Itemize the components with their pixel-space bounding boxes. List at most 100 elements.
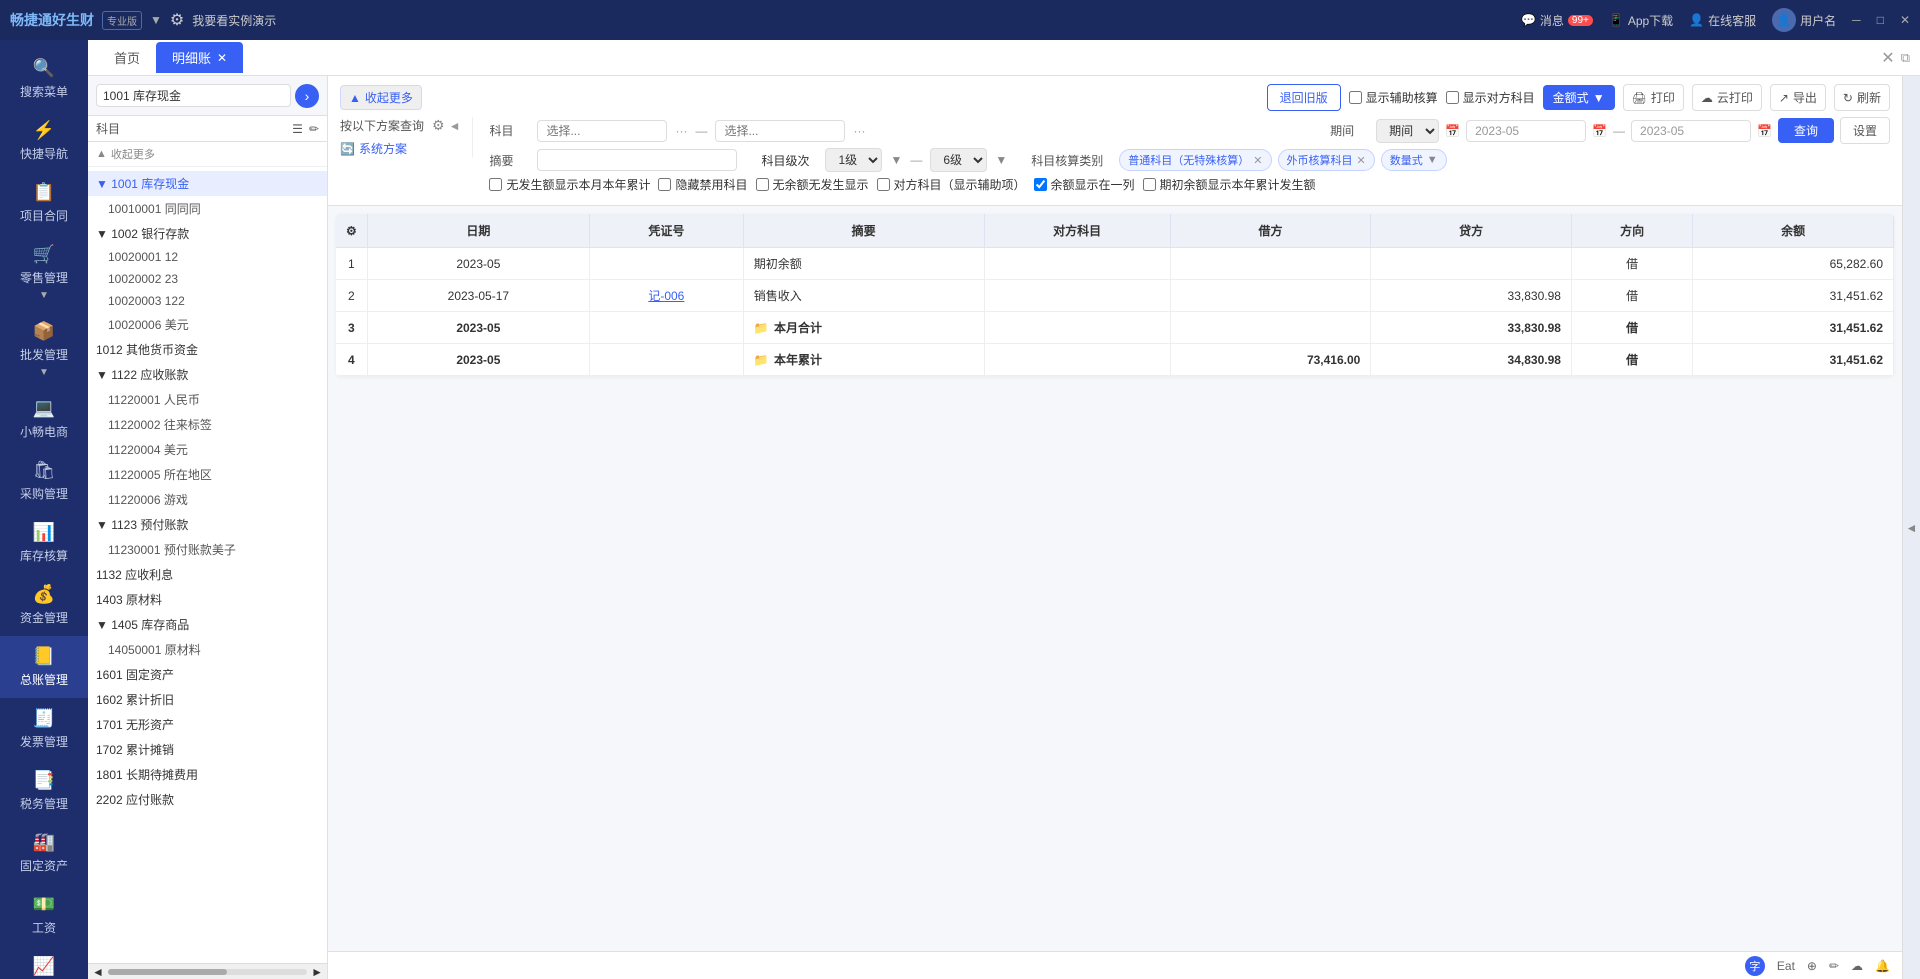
tree-item-11220005[interactable]: 11220005 所在地区	[88, 462, 327, 487]
subject-input-end[interactable]	[715, 120, 845, 142]
tree-item-1123[interactable]: ▼ 1123 预付账款	[88, 512, 327, 537]
tree-item-11220002[interactable]: 11220002 往来标签	[88, 412, 327, 437]
sidebar-item-retail[interactable]: 🛒 零售管理 ▼	[0, 234, 88, 311]
sidebar-item-wholesale[interactable]: 📦 批发管理 ▼	[0, 311, 88, 388]
collapse-side-btn[interactable]: ◄	[1902, 76, 1920, 979]
cb-opposite-show-input[interactable]	[877, 178, 890, 191]
statusbar-item-plus[interactable]: ⊕	[1807, 959, 1817, 973]
sidebar-item-general[interactable]: 📒 总账管理	[0, 636, 88, 698]
cb-hide-disabled-input[interactable]	[658, 178, 671, 191]
tree-item-11220001[interactable]: 11220001 人民币	[88, 387, 327, 412]
cb-balance-one-col-input[interactable]	[1034, 178, 1047, 191]
voucher-link[interactable]: 记-006	[648, 289, 684, 303]
query-btn[interactable]: 查询	[1778, 118, 1834, 143]
statusbar-item-bell[interactable]: 🔔	[1875, 959, 1890, 973]
tree-item-11220004[interactable]: 11220004 美元	[88, 437, 327, 462]
tree-item-1405[interactable]: ▼ 1405 库存商品	[88, 612, 327, 637]
expand-btn[interactable]: ▲ 收起更多	[340, 85, 422, 110]
account-nav-btn[interactable]: ›	[295, 84, 319, 108]
cb-period-balance[interactable]: 期初余额显示本年累计发生额	[1143, 176, 1316, 193]
sidebar-item-capital[interactable]: 💰 资金管理	[0, 574, 88, 636]
sidebar-item-tax[interactable]: 📑 税务管理	[0, 760, 88, 822]
tree-item-1602[interactable]: 1602 累计折旧	[88, 687, 327, 712]
tab-home[interactable]: 首页	[98, 42, 156, 73]
tree-item-1002[interactable]: ▼ 1002 银行存款	[88, 221, 327, 246]
cb-no-balance-show[interactable]: 无余额无发生显示	[756, 176, 869, 193]
statusbar-item-cloud[interactable]: ☁	[1851, 959, 1863, 973]
show-aux-input[interactable]	[1349, 91, 1362, 104]
tree-item-2202[interactable]: 2202 应付账款	[88, 787, 327, 812]
tree-item-11230001[interactable]: 11230001 预付账款美子	[88, 537, 327, 562]
tree-item-1122[interactable]: ▼ 1122 应收账款	[88, 362, 327, 387]
subject-input-start[interactable]	[537, 120, 667, 142]
tree-item-1132[interactable]: 1132 应收利息	[88, 562, 327, 587]
tree-item-10020003[interactable]: 10020003 122	[88, 290, 327, 312]
statusbar-item-lang[interactable]: 字	[1745, 956, 1765, 976]
sidebar-item-quick-nav[interactable]: ⚡ 快捷导航	[0, 110, 88, 172]
back-btn[interactable]: 退回旧版	[1267, 84, 1341, 111]
tab-ledger[interactable]: 明细账 ✕	[156, 42, 243, 73]
window-dropdown[interactable]: ▼	[150, 13, 162, 27]
tree-item-1001[interactable]: ▼ 1001 库存现金	[88, 171, 327, 196]
statusbar-item-eat[interactable]: Eat	[1777, 959, 1795, 973]
period-start-input[interactable]	[1466, 120, 1586, 142]
period-end-input[interactable]	[1631, 120, 1751, 142]
scroll-right[interactable]: ►	[311, 965, 323, 979]
scroll-left[interactable]: ◄	[92, 965, 104, 979]
win-restore-icon[interactable]: ⧉	[1901, 50, 1910, 66]
cb-no-balance-show-input[interactable]	[756, 178, 769, 191]
window-close[interactable]: ✕	[1900, 13, 1910, 27]
account-selector[interactable]: 1001 库存现金	[96, 84, 291, 107]
tree-item-1601[interactable]: 1601 固定资产	[88, 662, 327, 687]
cloud-print-btn[interactable]: ☁ 云打印	[1692, 84, 1762, 111]
app-download-btn[interactable]: 📱 App下载	[1609, 12, 1673, 29]
refresh-btn[interactable]: ↻ 刷新	[1834, 84, 1890, 111]
tree-item-1012[interactable]: 1012 其他货币资金	[88, 337, 327, 362]
sidebar-item-business[interactable]: 📈 经营管理	[0, 946, 88, 979]
summary-input[interactable]	[537, 149, 737, 171]
window-maximize[interactable]: □	[1877, 13, 1884, 27]
query-settings-icon[interactable]: ⚙	[432, 117, 445, 134]
tree-item-1403[interactable]: 1403 原材料	[88, 587, 327, 612]
tree-item-11220006[interactable]: 11220006 游戏	[88, 487, 327, 512]
tree-edit-icon[interactable]: ✏	[309, 122, 319, 136]
level-end-select[interactable]: 6级	[930, 148, 987, 172]
tree-item-14050001[interactable]: 14050001 原材料	[88, 637, 327, 662]
cb-hide-disabled[interactable]: 隐藏禁用科目	[658, 176, 747, 193]
settings-btn[interactable]: 设置	[1840, 117, 1890, 144]
tag-remove-2[interactable]: ✕	[1357, 154, 1366, 167]
active-method-row[interactable]: 🔄 系统方案	[340, 140, 460, 157]
tab-close-ledger[interactable]: ✕	[217, 51, 227, 65]
sidebar-item-purchase[interactable]: 🛍 采购管理	[0, 450, 88, 512]
show-opposite-input[interactable]	[1446, 91, 1459, 104]
tag-remove-1[interactable]: ✕	[1253, 154, 1262, 167]
amount-mode-btn[interactable]: 金额式 ▼	[1543, 85, 1615, 110]
period-mode-select[interactable]: 期间	[1376, 119, 1439, 143]
cb-period-balance-input[interactable]	[1143, 178, 1156, 191]
online-service-btn[interactable]: 👤 在线客服	[1689, 12, 1756, 29]
cb-no-balance-input[interactable]	[489, 178, 502, 191]
sidebar-item-fixed-assets[interactable]: 🏭 固定资产	[0, 822, 88, 884]
settings-icon[interactable]: ⚙	[170, 10, 184, 30]
tree-item-1702[interactable]: 1702 累计摊销	[88, 737, 327, 762]
tree-item-1801[interactable]: 1801 长期待摊费用	[88, 762, 327, 787]
sidebar-item-project[interactable]: 📋 项目合同	[0, 172, 88, 234]
show-opposite-checkbox[interactable]: 显示对方科目	[1446, 89, 1535, 106]
tree-item-10020002[interactable]: 10020002 23	[88, 268, 327, 290]
cb-balance-one-col[interactable]: 余额显示在一列	[1034, 176, 1135, 193]
tree-list-icon[interactable]: ☰	[292, 122, 303, 136]
tree-expand-btn[interactable]: ▲ 收起更多	[88, 142, 327, 167]
demo-link[interactable]: 我要看实例演示	[192, 12, 276, 29]
tree-item-1701[interactable]: 1701 无形资产	[88, 712, 327, 737]
tree-item-10020001[interactable]: 10020001 12	[88, 246, 327, 268]
tree-item-10010001[interactable]: 10010001 同同同	[88, 196, 327, 221]
statusbar-item-edit[interactable]: ✏	[1829, 959, 1839, 973]
sidebar-item-search[interactable]: 🔍 搜索菜单	[0, 48, 88, 110]
row2-voucher[interactable]: 记-006	[589, 280, 743, 312]
tree-scrollbar[interactable]: ◄ ►	[88, 963, 327, 979]
cb-opposite-show[interactable]: 对方科目（显示辅助项）	[877, 176, 1026, 193]
user-btn[interactable]: 👤 用户名	[1772, 8, 1836, 32]
sidebar-item-invoice[interactable]: 🧾 发票管理	[0, 698, 88, 760]
message-btn[interactable]: 💬 消息 99+	[1521, 12, 1593, 29]
win-close-icon[interactable]: ✕	[1881, 48, 1894, 68]
